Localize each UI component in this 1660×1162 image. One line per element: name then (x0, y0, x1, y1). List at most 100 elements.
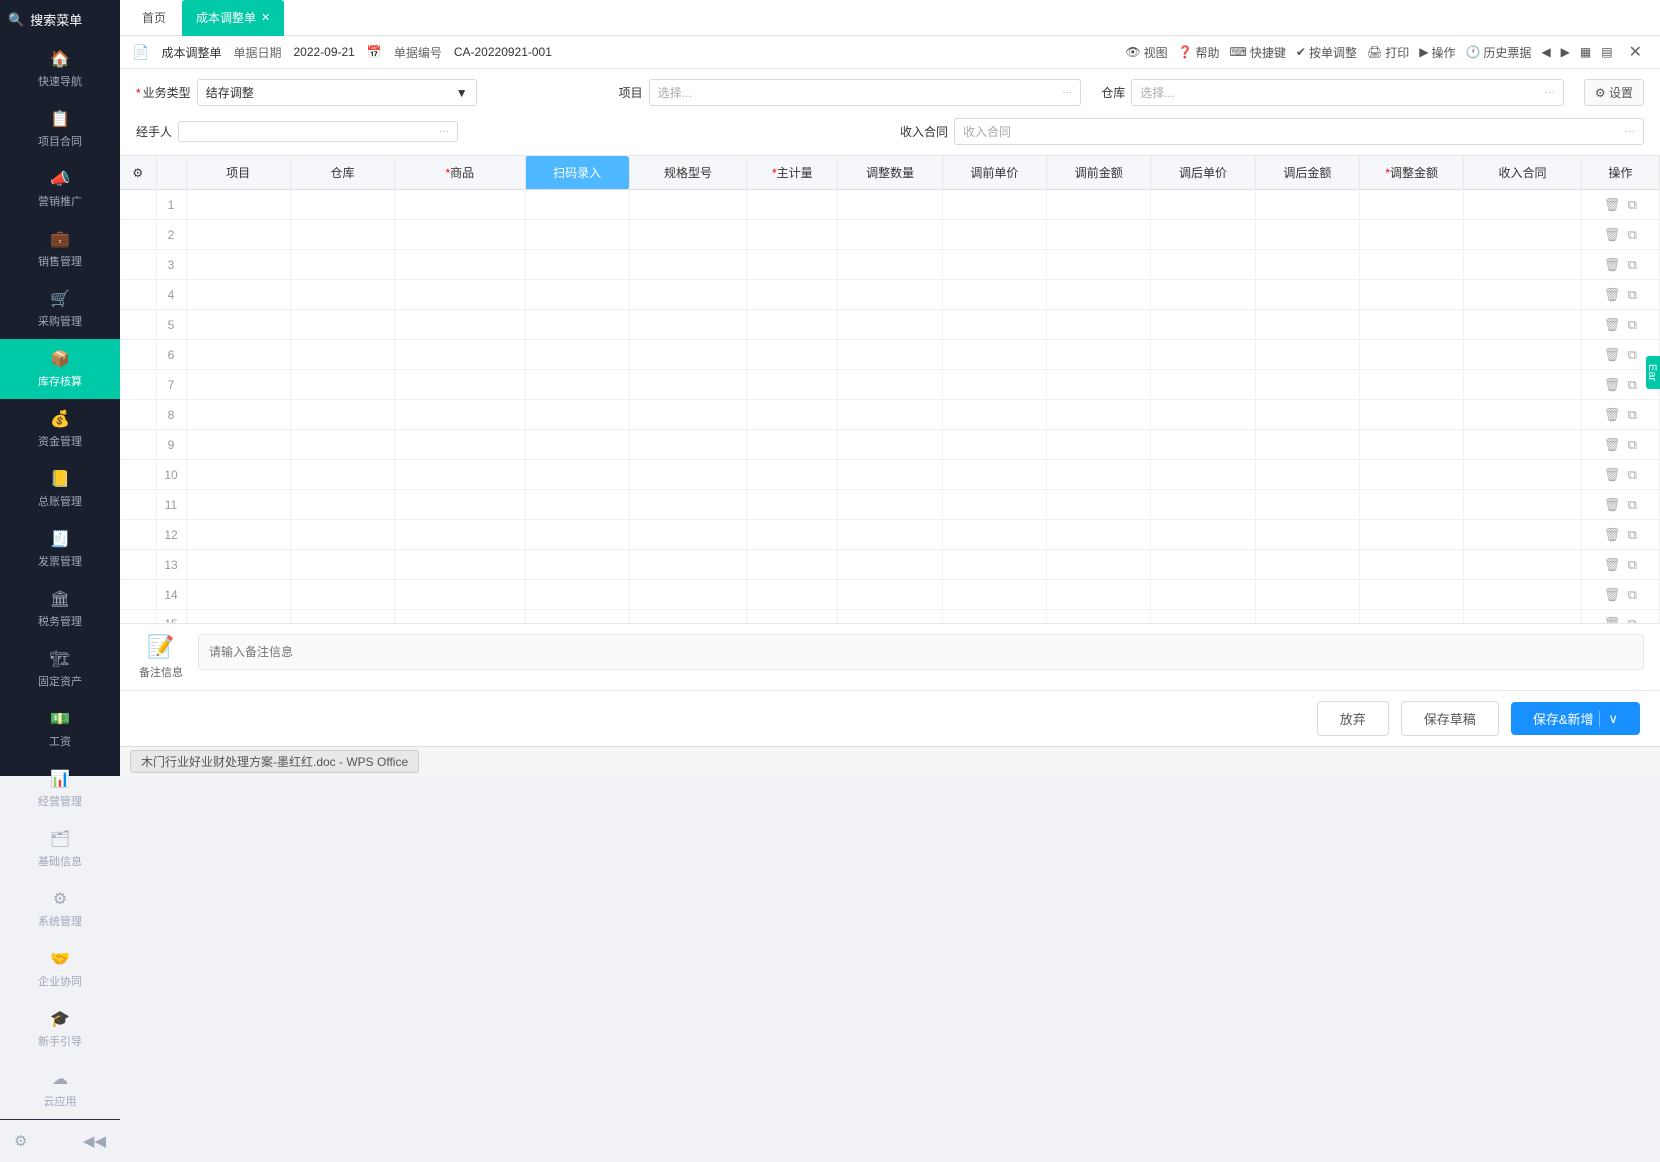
cell-3[interactable] (525, 370, 629, 400)
cell-5[interactable] (747, 460, 838, 490)
sidebar-item-ops-mgmt[interactable]: 📊 经营管理 (0, 759, 120, 819)
cell-7[interactable] (942, 370, 1046, 400)
cell-3[interactable] (525, 310, 629, 340)
cell-4[interactable] (629, 280, 746, 310)
cell-1[interactable] (290, 280, 394, 310)
cell-8[interactable] (1047, 280, 1151, 310)
cell-9[interactable] (1151, 220, 1255, 250)
cell-0[interactable] (186, 520, 290, 550)
cell-5[interactable] (747, 340, 838, 370)
cell-2[interactable] (395, 460, 525, 490)
sidebar-item-ledger-mgmt[interactable]: 📒 总账管理 (0, 459, 120, 519)
cell-6[interactable] (838, 340, 942, 370)
row-check[interactable] (120, 610, 156, 624)
cell-10[interactable] (1255, 490, 1359, 520)
cell-2[interactable] (395, 190, 525, 220)
notes-input[interactable] (198, 634, 1644, 670)
sidebar-item-invoice-mgmt[interactable]: 🧾 发票管理 (0, 519, 120, 579)
th-settings[interactable]: ⚙ (120, 156, 156, 190)
sidebar-item-tax-mgmt[interactable]: 🏛 税务管理 (0, 579, 120, 639)
cell-8[interactable] (1047, 430, 1151, 460)
cell-11[interactable] (1360, 460, 1464, 490)
warehouse-select[interactable]: 选择... ··· (1131, 79, 1564, 106)
save-arrow-icon[interactable]: ∨ (1599, 711, 1618, 727)
row-check[interactable] (120, 430, 156, 460)
cell-11[interactable] (1360, 550, 1464, 580)
cell-9[interactable] (1151, 520, 1255, 550)
cell-0[interactable] (186, 280, 290, 310)
cell-1[interactable] (290, 520, 394, 550)
cell-11[interactable] (1360, 370, 1464, 400)
cell-4[interactable] (629, 220, 746, 250)
cell-8[interactable] (1047, 220, 1151, 250)
cell-8[interactable] (1047, 520, 1151, 550)
save-draft-button[interactable]: 保存草稿 (1401, 701, 1499, 736)
cell-10[interactable] (1255, 280, 1359, 310)
cell-4[interactable] (629, 580, 746, 610)
view-action[interactable]: 👁 视图 (1125, 44, 1167, 61)
cell-9[interactable] (1151, 310, 1255, 340)
cell-11[interactable] (1360, 310, 1464, 340)
sidebar-item-payroll[interactable]: 💵 工资 (0, 699, 120, 759)
cell-7[interactable] (942, 490, 1046, 520)
cell-3[interactable] (525, 190, 629, 220)
cell-8[interactable] (1047, 340, 1151, 370)
cell-12[interactable] (1464, 340, 1581, 370)
cell-12[interactable] (1464, 520, 1581, 550)
collapse-icon[interactable]: ◀◀ (83, 1132, 106, 1150)
delete-row-icon[interactable]: 🗑 (1602, 495, 1623, 514)
cell-7[interactable] (942, 460, 1046, 490)
cell-0[interactable] (186, 400, 290, 430)
cell-6[interactable] (838, 370, 942, 400)
cell-1[interactable] (290, 400, 394, 430)
cell-6[interactable] (838, 190, 942, 220)
cell-4[interactable] (629, 250, 746, 280)
cell-10[interactable] (1255, 580, 1359, 610)
cell-9[interactable] (1151, 490, 1255, 520)
cell-12[interactable] (1464, 190, 1581, 220)
copy-row-icon[interactable]: ⧉ (1626, 585, 1639, 604)
cell-4[interactable] (629, 430, 746, 460)
copy-row-icon[interactable]: ⧉ (1626, 614, 1639, 623)
cell-12[interactable] (1464, 460, 1581, 490)
row-check[interactable] (120, 400, 156, 430)
cell-5[interactable] (747, 310, 838, 340)
history-action[interactable]: 🕐 历史票据 (1465, 44, 1531, 61)
cell-7[interactable] (942, 400, 1046, 430)
cell-0[interactable] (186, 370, 290, 400)
cell-10[interactable] (1255, 430, 1359, 460)
cell-1[interactable] (290, 310, 394, 340)
cell-3[interactable] (525, 400, 629, 430)
cell-2[interactable] (395, 550, 525, 580)
cell-3[interactable] (525, 580, 629, 610)
cell-4[interactable] (629, 340, 746, 370)
sidebar-item-purchase-mgmt[interactable]: 🛒 采购管理 (0, 279, 120, 339)
cell-12[interactable] (1464, 490, 1581, 520)
cell-10[interactable] (1255, 460, 1359, 490)
cell-4[interactable] (629, 310, 746, 340)
cell-7[interactable] (942, 220, 1046, 250)
cell-0[interactable] (186, 490, 290, 520)
copy-row-icon[interactable]: ⧉ (1626, 195, 1639, 214)
cell-7[interactable] (942, 520, 1046, 550)
cell-5[interactable] (747, 520, 838, 550)
cell-6[interactable] (838, 610, 942, 624)
cell-9[interactable] (1151, 580, 1255, 610)
cell-0[interactable] (186, 610, 290, 624)
cell-10[interactable] (1255, 340, 1359, 370)
cell-11[interactable] (1360, 190, 1464, 220)
cell-11[interactable] (1360, 340, 1464, 370)
cell-2[interactable] (395, 610, 525, 624)
close-button[interactable]: ✕ (1623, 42, 1648, 62)
cell-6[interactable] (838, 580, 942, 610)
help-action[interactable]: ❓ 帮助 (1178, 44, 1220, 61)
check-adjust-action[interactable]: ✔ 按单调整 (1296, 44, 1357, 61)
cell-8[interactable] (1047, 310, 1151, 340)
copy-row-icon[interactable]: ⧉ (1626, 465, 1639, 484)
save-new-button[interactable]: 保存&新增 ∨ (1511, 702, 1640, 735)
sidebar-item-fixed-assets[interactable]: 🏗 固定资产 (0, 639, 120, 699)
delete-row-icon[interactable]: 🗑 (1602, 614, 1623, 623)
cell-3[interactable] (525, 280, 629, 310)
sidebar-search[interactable]: 🔍 搜索菜单 (0, 0, 120, 39)
cell-10[interactable] (1255, 550, 1359, 580)
